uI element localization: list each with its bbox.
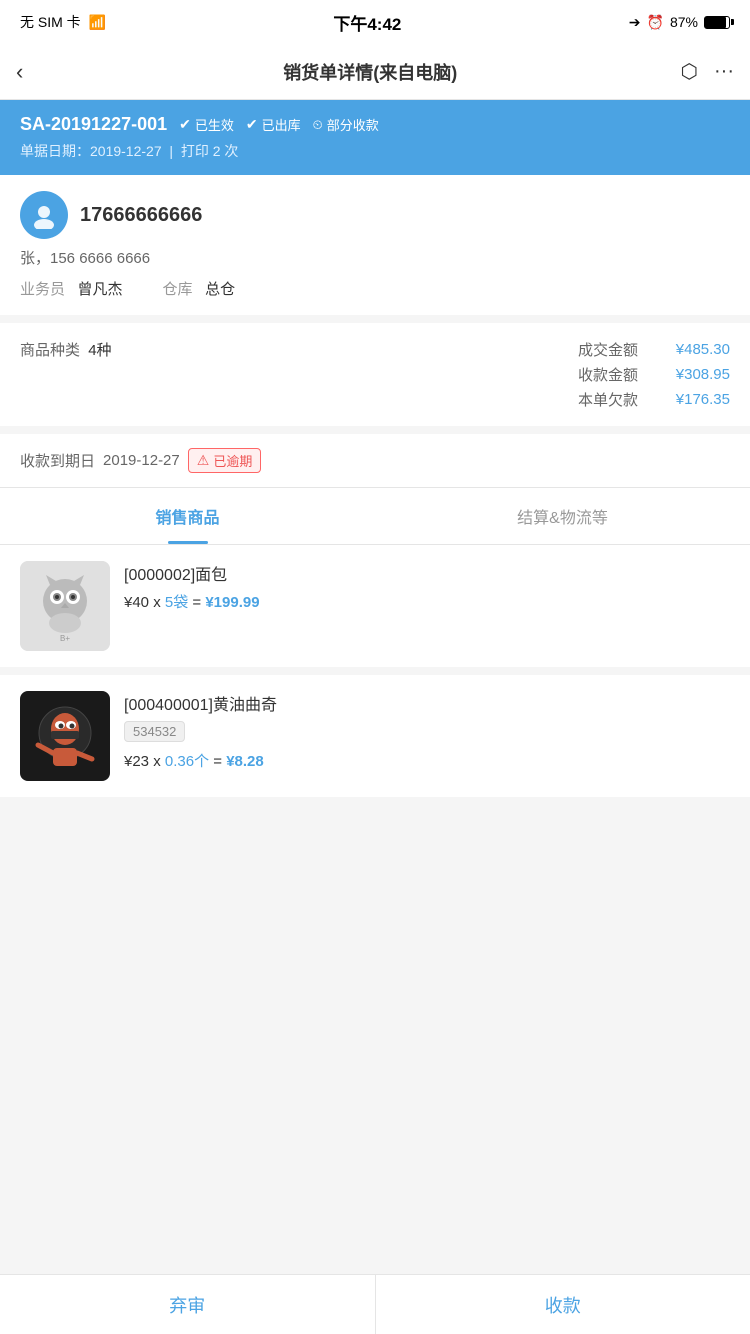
order-meta: 单据日期：2019-12-27 | 打印 2 次: [20, 141, 730, 161]
product-qty-1: 5袋: [165, 594, 188, 611]
warehouse-info: 仓库 总仓: [163, 278, 236, 299]
products-section: B+ [0000002]面包 ¥40 x 5袋 = ¥199.99: [0, 545, 750, 797]
customer-section: 17666666666 张，156 6666 6666 业务员 曾凡杰 仓库 总…: [0, 175, 750, 315]
order-id: SA-20191227-001: [20, 114, 167, 135]
status-right: ➔ ⏰ 87%: [629, 14, 730, 31]
badge-partial: ⏲ 部分收款: [313, 115, 379, 134]
owed-row: 本单欠款 ¥176.35: [578, 389, 730, 410]
status-left: 无 SIM 卡 📶: [20, 12, 106, 32]
status-bar: 无 SIM 卡 📶 下午4:42 ➔ ⏰ 87%: [0, 0, 750, 44]
battery-percent: 87%: [670, 14, 698, 30]
product-info-2: [000400001]黄油曲奇 534532 ¥23 x 0.36个 = ¥8.…: [124, 691, 730, 771]
tabs-section: 销售商品 结算&物流等: [0, 488, 750, 545]
check-icon-1: ✔: [179, 116, 191, 133]
owed-value: ¥176.35: [650, 391, 730, 408]
product-sku-2: 534532: [124, 721, 185, 742]
salesman-info: 业务员 曾凡杰: [20, 278, 123, 299]
received-row: 收款金额 ¥308.95: [578, 364, 730, 385]
page-title: 销货单详情(来自电脑): [283, 59, 457, 85]
battery-icon: [704, 16, 730, 29]
overdue-icon: ⚠: [197, 452, 210, 469]
product-types: 商品种类 4种: [20, 339, 112, 360]
collect-payment-button[interactable]: 收款: [376, 1275, 750, 1334]
customer-phone: 17666666666: [80, 204, 202, 227]
warehouse-value: 总仓: [205, 281, 235, 298]
product-qty-2: 0.36个: [165, 753, 209, 770]
product-price-1: ¥40 x 5袋 = ¥199.99: [124, 591, 730, 612]
svg-text:B+: B+: [60, 634, 70, 643]
due-date: 2019-12-27: [103, 452, 180, 469]
alarm-icon: ⏰: [647, 14, 664, 31]
customer-sub: 张，156 6666 6666: [20, 247, 730, 268]
received-value: ¥308.95: [650, 366, 730, 383]
overdue-badge: ⚠ 已逾期: [188, 448, 262, 473]
badge-effective: ✔ 已生效: [179, 115, 234, 134]
bottom-bar: 弃审 收款: [0, 1274, 750, 1334]
product-price-2: ¥23 x 0.36个 = ¥8.28: [124, 750, 730, 771]
product-info-1: [0000002]面包 ¥40 x 5袋 = ¥199.99: [124, 561, 730, 612]
product-total-2: ¥8.28: [226, 753, 264, 770]
amount-row: 成交金额 ¥485.30: [578, 339, 730, 360]
badge-shipped: ✔ 已出库: [246, 115, 301, 134]
product-total-1: ¥199.99: [205, 594, 259, 611]
product-types-value: 4种: [88, 342, 111, 359]
abandon-review-button[interactable]: 弃审: [0, 1275, 376, 1334]
product-thumb-2: [20, 691, 110, 781]
product-name-1: [0000002]面包: [124, 561, 730, 585]
product-card-1: B+ [0000002]面包 ¥40 x 5袋 = ¥199.99: [0, 545, 750, 667]
financial-summary: 成交金额 ¥485.30 收款金额 ¥308.95 本单欠款 ¥176.35: [578, 339, 730, 410]
customer-info-row: 业务员 曾凡杰 仓库 总仓: [20, 278, 730, 299]
salesman-value: 曾凡杰: [78, 281, 123, 298]
nav-actions: ⬡ ···: [681, 59, 734, 84]
product-card-2: [000400001]黄油曲奇 534532 ¥23 x 0.36个 = ¥8.…: [0, 675, 750, 797]
tab-settlement[interactable]: 结算&物流等: [375, 488, 750, 544]
check-icon-2: ✔: [246, 116, 258, 133]
due-label: 收款到期日: [20, 450, 95, 471]
product-name-2: [000400001]黄油曲奇: [124, 691, 730, 715]
tab-products[interactable]: 销售商品: [0, 488, 375, 544]
share-icon[interactable]: ⬡: [681, 59, 698, 84]
avatar: [20, 191, 68, 239]
summary-section: 商品种类 4种 成交金额 ¥485.30 收款金额 ¥308.95 本单欠款 ¥…: [0, 323, 750, 426]
back-button[interactable]: ‹: [16, 50, 60, 94]
status-time: 下午4:42: [333, 10, 401, 35]
order-header: SA-20191227-001 ✔ 已生效 ✔ 已出库 ⏲ 部分收款 单据日期：…: [0, 100, 750, 175]
product-thumb-1: B+: [20, 561, 110, 651]
clock-icon: ⏲: [313, 117, 323, 133]
overdue-text: 已逾期: [213, 451, 252, 470]
location-icon: ➔: [629, 14, 641, 31]
nav-bar: ‹ 销货单详情(来自电脑) ⬡ ···: [0, 44, 750, 100]
more-icon[interactable]: ···: [714, 60, 734, 83]
amount-value: ¥485.30: [650, 341, 730, 358]
due-section: 收款到期日 2019-12-27 ⚠ 已逾期: [0, 434, 750, 488]
